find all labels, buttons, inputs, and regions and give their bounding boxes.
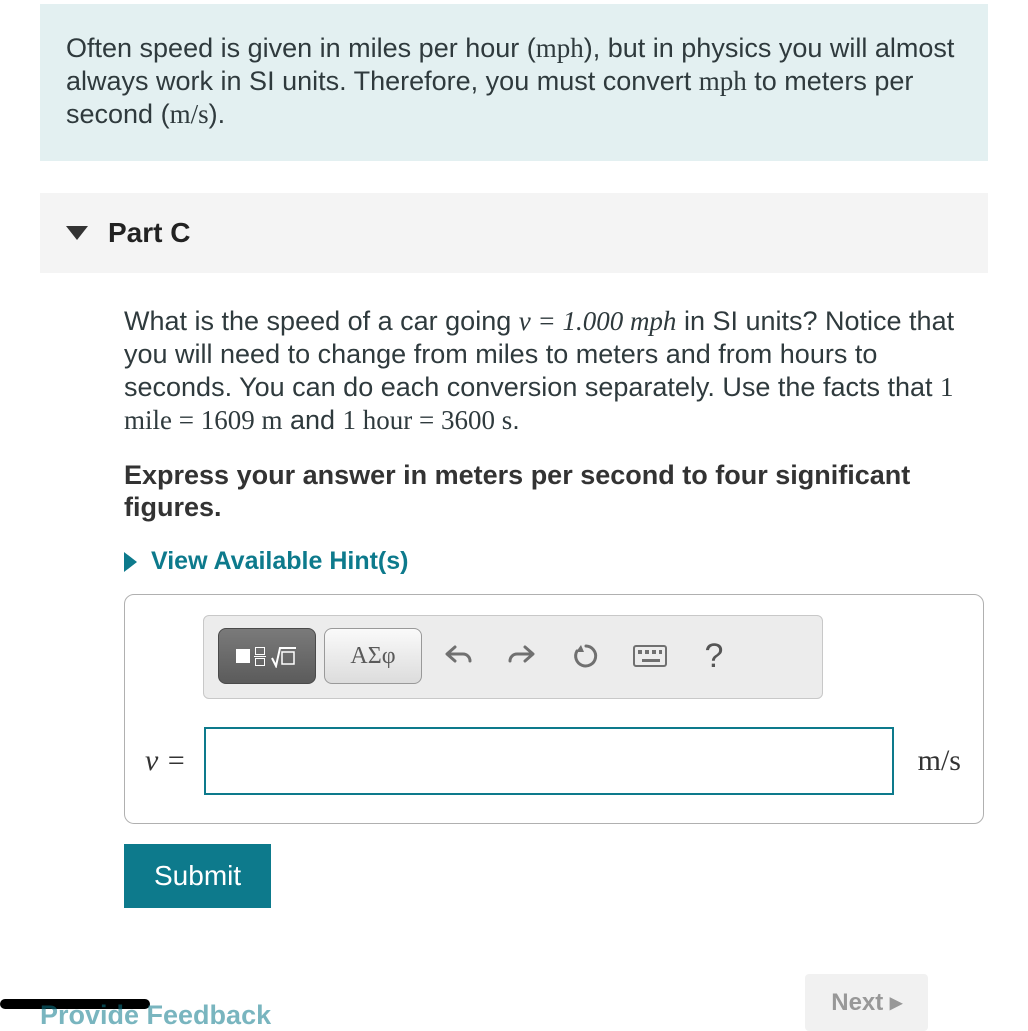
intro-text: ). <box>209 99 226 129</box>
answer-box: ΑΣφ ? v = m/s <box>124 594 984 824</box>
part-c-body: What is the speed of a car going v = 1.0… <box>40 273 988 909</box>
math-templates-button[interactable] <box>218 628 316 684</box>
question-equation: v = 1.000 mph <box>519 306 677 336</box>
intro-ms: m/s <box>170 99 209 129</box>
part-title: Part C <box>108 217 190 249</box>
keyboard-icon <box>633 645 667 667</box>
root-icon <box>270 644 298 668</box>
intro-text: Often speed is given in miles per hour ( <box>66 33 536 63</box>
provide-feedback-link[interactable]: Provide Feedback <box>40 1000 271 1031</box>
answer-input[interactable] <box>204 727 894 795</box>
question-segment: What is the speed of a car going <box>124 306 519 336</box>
reset-button[interactable] <box>558 628 614 684</box>
fraction-icon <box>254 647 266 666</box>
question-text: What is the speed of a car going v = 1.0… <box>124 305 984 437</box>
caret-right-icon <box>124 552 137 572</box>
greek-symbols-button[interactable]: ΑΣφ <box>324 628 422 684</box>
question-segment: and <box>282 405 342 435</box>
next-label: Next <box>831 989 883 1016</box>
next-button[interactable]: Next ▸ <box>805 974 928 1031</box>
view-hints-toggle[interactable]: View Available Hint(s) <box>124 547 984 576</box>
variable-label: v = <box>145 744 186 778</box>
answer-input-row: v = m/s <box>125 699 983 823</box>
undo-button[interactable] <box>430 628 486 684</box>
help-button[interactable]: ? <box>686 628 742 684</box>
square-icon <box>236 649 250 663</box>
intro-note: Often speed is given in miles per hour (… <box>40 4 988 161</box>
intro-mph: mph <box>699 66 747 96</box>
caret-down-icon <box>66 226 88 240</box>
redo-button[interactable] <box>494 628 550 684</box>
hints-label: View Available Hint(s) <box>151 547 408 576</box>
submit-button[interactable]: Submit <box>124 844 271 908</box>
equation-toolbar: ΑΣφ ? <box>203 615 823 699</box>
question-fact: 1 hour = 3600 s <box>343 405 513 435</box>
question-segment: . <box>512 405 520 435</box>
keyboard-button[interactable] <box>622 628 678 684</box>
intro-mph: mph <box>536 33 584 63</box>
part-c-header[interactable]: Part C <box>40 193 988 273</box>
unit-label: m/s <box>918 744 961 778</box>
answer-instructions: Express your answer in meters per second… <box>124 459 984 524</box>
